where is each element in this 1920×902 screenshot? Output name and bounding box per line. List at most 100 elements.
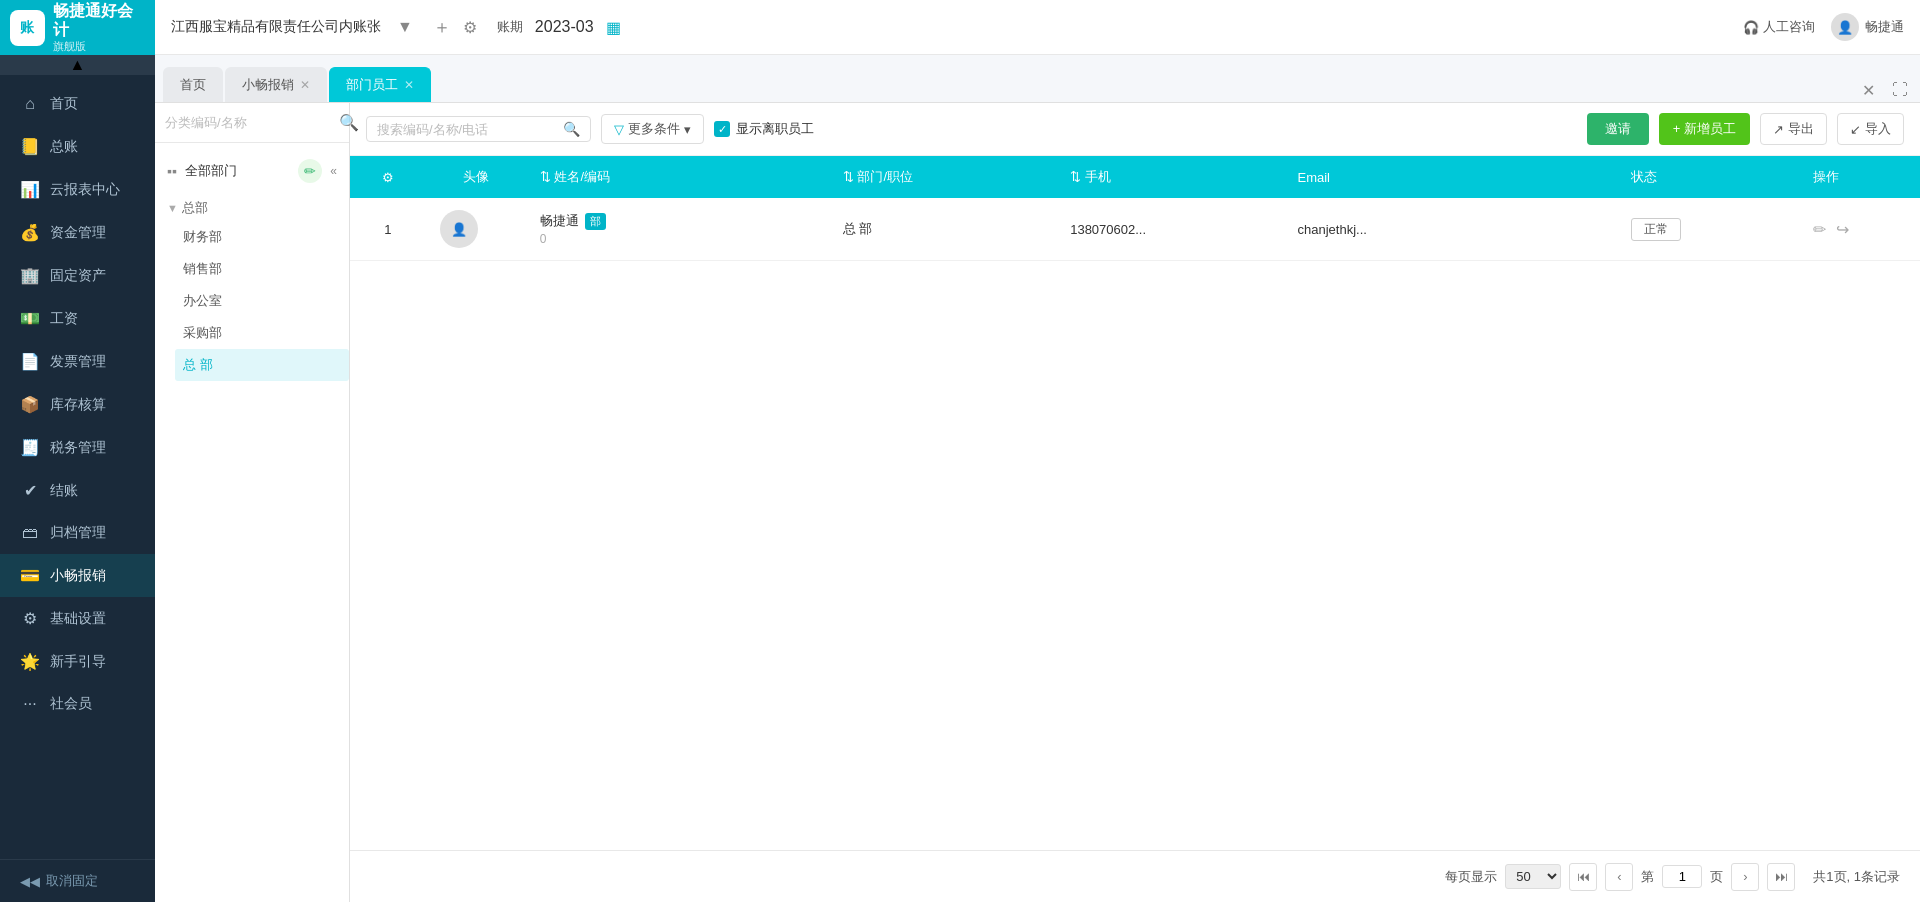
logo-icon: 账 bbox=[10, 10, 45, 46]
dept-parent-item[interactable]: ▼ 总部 bbox=[155, 191, 349, 221]
sidebar-item-label: 资金管理 bbox=[50, 224, 106, 242]
sidebar-item-guide[interactable]: 🌟 新手引导 bbox=[0, 640, 155, 683]
name-badge: 畅捷通 部 bbox=[540, 212, 606, 230]
sidebar-item-label: 结账 bbox=[50, 482, 78, 500]
prev-page-btn[interactable]: ‹ bbox=[1605, 863, 1633, 891]
col-header-email: Email bbox=[1283, 156, 1616, 198]
edit-btn[interactable]: ✏ bbox=[1813, 220, 1826, 239]
chevron-down-icon: ▾ bbox=[684, 122, 691, 137]
dept-search-input[interactable] bbox=[165, 115, 333, 130]
cell-email: chanjethkj... bbox=[1283, 198, 1616, 261]
cell-dept: 总 部 bbox=[829, 198, 1056, 261]
tab-close-icon[interactable]: ✕ bbox=[300, 78, 310, 92]
col-header-name[interactable]: ⇅ 姓名/编码 bbox=[526, 156, 829, 198]
consult-btn[interactable]: 🎧 人工咨询 bbox=[1743, 18, 1815, 36]
export-icon: ↗ bbox=[1773, 122, 1784, 137]
dept-collapse-btn[interactable]: « bbox=[330, 164, 337, 178]
dept-child-finance[interactable]: 财务部 bbox=[175, 221, 349, 253]
filter-btn[interactable]: ▽ 更多条件 ▾ bbox=[601, 114, 704, 144]
tab-expense[interactable]: 小畅报销 ✕ bbox=[225, 67, 327, 102]
sidebar-item-expense[interactable]: 💳 小畅报销 bbox=[0, 554, 155, 597]
sidebar-item-ledger[interactable]: 📒 总账 bbox=[0, 125, 155, 168]
calendar-icon[interactable]: ▦ bbox=[606, 18, 621, 37]
dept-child-purchase[interactable]: 采购部 bbox=[175, 317, 349, 349]
col-header-dept[interactable]: ⇅ 部门/职位 bbox=[829, 156, 1056, 198]
expand-arrow-icon: ▼ bbox=[167, 202, 178, 214]
more-icon: ··· bbox=[20, 695, 40, 713]
tab-dept-employee[interactable]: 部门员工 ✕ bbox=[329, 67, 431, 102]
home-icon: ⌂ bbox=[20, 95, 40, 113]
page-input[interactable] bbox=[1662, 865, 1702, 888]
sidebar-item-settings[interactable]: ⚙ 基础设置 bbox=[0, 597, 155, 640]
sidebar-item-label: 库存核算 bbox=[50, 396, 106, 414]
sidebar: 账 畅捷通好会计 旗舰版 ▲ ⌂ 首页 📒 总账 📊 云报表中心 💰 资金管理 … bbox=[0, 0, 155, 902]
sidebar-item-reports[interactable]: 📊 云报表中心 bbox=[0, 168, 155, 211]
add-company-btn[interactable]: ＋ bbox=[433, 15, 451, 39]
page-label: 第 bbox=[1641, 868, 1654, 886]
dept-child-office[interactable]: 办公室 bbox=[175, 285, 349, 317]
capital-icon: 💰 bbox=[20, 223, 40, 242]
expense-icon: 💳 bbox=[20, 566, 40, 585]
main-area: 江西服宝精品有限责任公司内账张 ▼ ＋ ⚙ 账期 2023-03 ▦ 🎧 人工咨… bbox=[155, 0, 1920, 902]
search-icon[interactable]: 🔍 bbox=[563, 121, 580, 137]
tabbar: 首页 小畅报销 ✕ 部门员工 ✕ ✕ ⛶ bbox=[155, 55, 1920, 103]
col-header-phone[interactable]: ⇅ 手机 bbox=[1056, 156, 1283, 198]
settings-icon: ⚙ bbox=[20, 609, 40, 628]
last-page-btn[interactable]: ⏭ bbox=[1767, 863, 1795, 891]
pin-icon: ◀◀ bbox=[20, 874, 40, 889]
show-resigned-toggle[interactable]: ✓ 显示离职员工 bbox=[714, 120, 814, 138]
import-btn[interactable]: ↙ 导入 bbox=[1837, 113, 1904, 145]
sidebar-item-fixed[interactable]: 🏢 固定资产 bbox=[0, 254, 155, 297]
sidebar-item-home[interactable]: ⌂ 首页 bbox=[0, 83, 155, 125]
table-row: 1 👤 畅捷通 部 0 总 部 bbox=[350, 198, 1920, 261]
cancel-pin[interactable]: ◀◀ 取消固定 bbox=[0, 859, 155, 902]
invite-btn[interactable]: 邀请 bbox=[1587, 113, 1649, 145]
sidebar-item-tax[interactable]: 🧾 税务管理 bbox=[0, 426, 155, 469]
close-all-btn[interactable]: ✕ bbox=[1856, 78, 1880, 102]
sidebar-item-label: 首页 bbox=[50, 95, 78, 113]
employee-code: 0 bbox=[540, 232, 815, 246]
avatar-circle: 👤 bbox=[440, 210, 478, 248]
dept-edit-btn[interactable]: ✏ bbox=[298, 159, 322, 183]
cell-status: 正常 bbox=[1617, 198, 1799, 261]
tax-icon: 🧾 bbox=[20, 438, 40, 457]
sidebar-item-label: 工资 bbox=[50, 310, 78, 328]
scroll-up[interactable]: ▲ bbox=[0, 55, 155, 75]
export-btn[interactable]: ↗ 导出 bbox=[1760, 113, 1827, 145]
next-page-btn[interactable]: › bbox=[1731, 863, 1759, 891]
col-header-action: 操作 bbox=[1799, 156, 1920, 198]
tab-home[interactable]: 首页 bbox=[163, 67, 223, 102]
employee-name: 畅捷通 bbox=[540, 212, 579, 230]
dept-child-sales[interactable]: 销售部 bbox=[175, 253, 349, 285]
logout-btn[interactable]: ↪ bbox=[1836, 220, 1849, 239]
sidebar-item-archive[interactable]: 🗃 归档管理 bbox=[0, 512, 155, 554]
sidebar-item-invoice[interactable]: 📄 发票管理 bbox=[0, 340, 155, 383]
add-employee-btn[interactable]: + 新增员工 bbox=[1659, 113, 1750, 145]
tab-label: 部门员工 bbox=[346, 76, 398, 94]
sidebar-item-inventory[interactable]: 📦 库存核算 bbox=[0, 383, 155, 426]
first-page-btn[interactable]: ⏮ bbox=[1569, 863, 1597, 891]
sidebar-item-capital[interactable]: 💰 资金管理 bbox=[0, 211, 155, 254]
per-page-select[interactable]: 50 100 200 bbox=[1505, 864, 1561, 889]
headphone-icon: 🎧 bbox=[1743, 20, 1759, 35]
employee-toolbar: 🔍 ▽ 更多条件 ▾ ✓ 显示离职员工 邀请 + 新增员工 ↗ 导出 bbox=[350, 103, 1920, 156]
user-menu[interactable]: 👤 畅捷通 bbox=[1831, 13, 1904, 41]
sidebar-item-more[interactable]: ··· 社会员 bbox=[0, 683, 155, 725]
employee-search-input[interactable] bbox=[377, 122, 557, 137]
col-header-status: 状态 bbox=[1617, 156, 1799, 198]
company-dropdown[interactable]: ▼ bbox=[397, 18, 413, 36]
period-label: 账期 bbox=[497, 18, 523, 36]
dept-child-general[interactable]: 总 部 bbox=[175, 349, 349, 381]
all-dept-item[interactable]: ▪▪ 全部部门 ✏ « bbox=[155, 151, 349, 191]
tab-close-active-icon[interactable]: ✕ bbox=[404, 78, 414, 92]
settings-icon[interactable]: ⚙ bbox=[463, 18, 477, 37]
cell-phone: 138070602... bbox=[1056, 198, 1283, 261]
per-page-label: 每页显示 bbox=[1445, 868, 1497, 886]
dept-group: ▼ 总部 财务部 销售部 办公室 采购部 总 部 bbox=[155, 191, 349, 381]
topbar-right: 🎧 人工咨询 👤 畅捷通 bbox=[1743, 13, 1904, 41]
cell-no: 1 bbox=[350, 198, 426, 261]
ledger-icon: 📒 bbox=[20, 137, 40, 156]
expand-btn[interactable]: ⛶ bbox=[1888, 78, 1912, 102]
sidebar-item-salary[interactable]: 💵 工资 bbox=[0, 297, 155, 340]
sidebar-item-checkout[interactable]: ✔ 结账 bbox=[0, 469, 155, 512]
